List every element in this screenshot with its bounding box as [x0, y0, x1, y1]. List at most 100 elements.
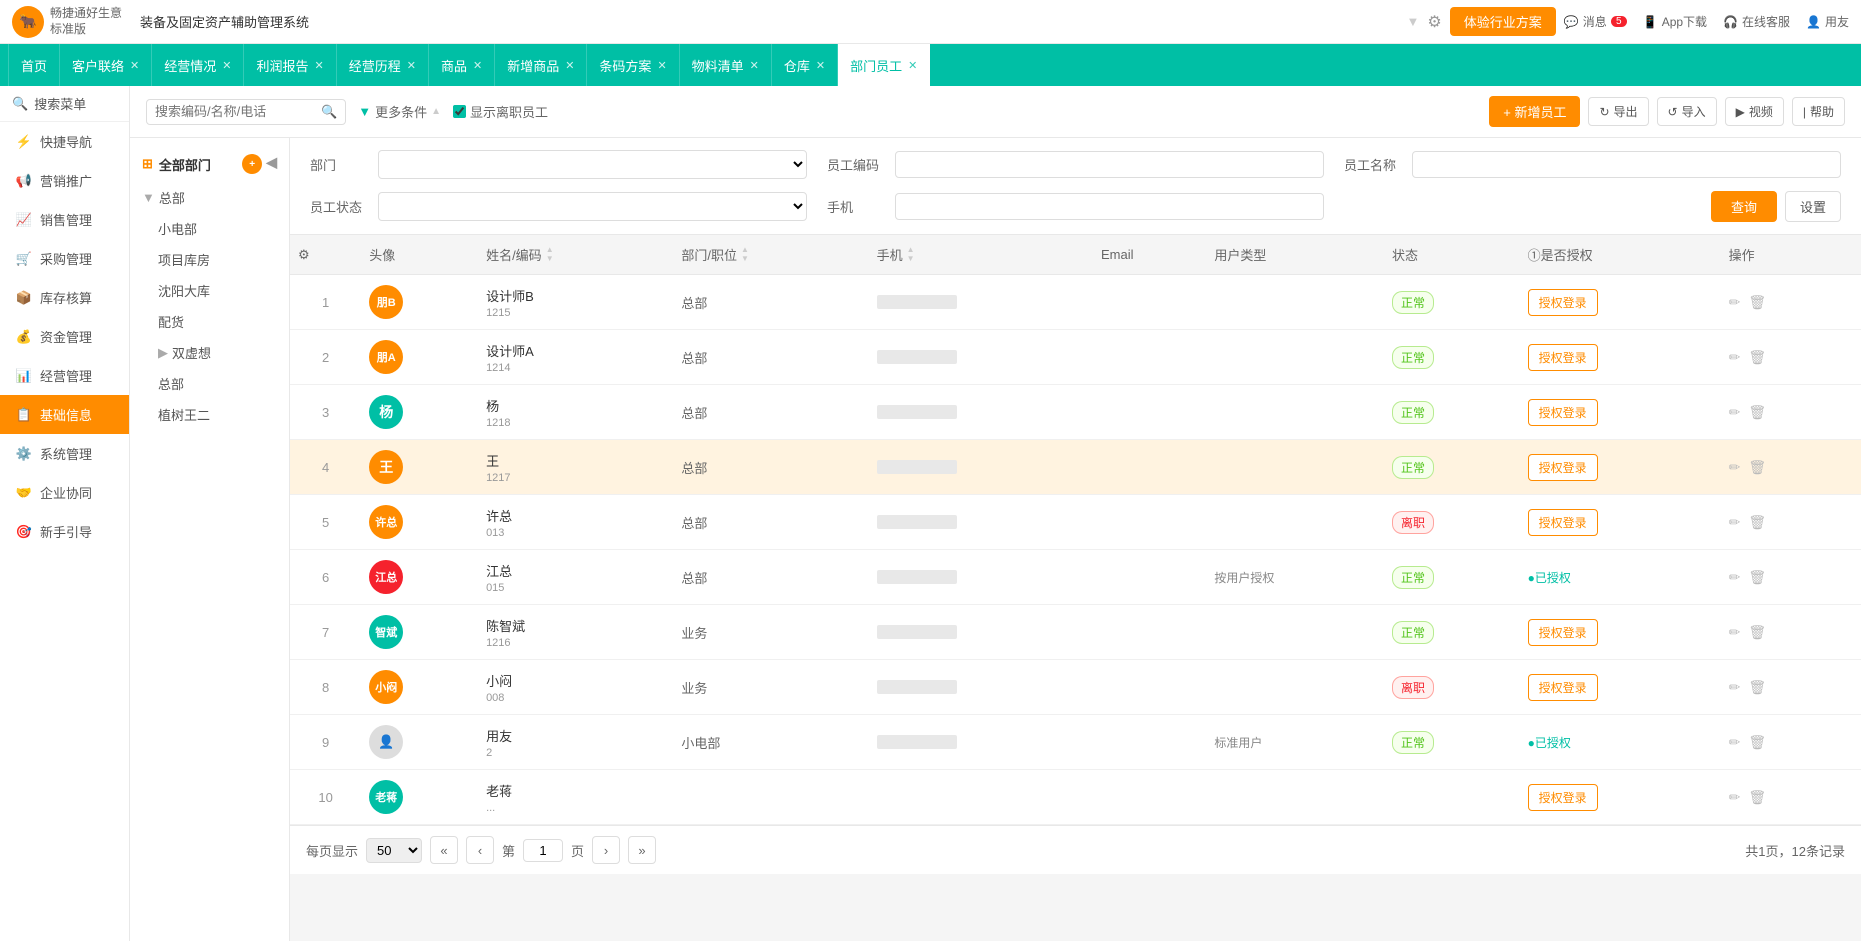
- auth-button[interactable]: 授权登录: [1528, 454, 1598, 481]
- col-name[interactable]: 姓名/编码 ▲▼: [478, 235, 673, 275]
- auth-button[interactable]: 授权登录: [1528, 784, 1598, 811]
- query-button[interactable]: 查询: [1711, 191, 1777, 222]
- nav-close-warehouse[interactable]: ✕: [816, 59, 825, 72]
- col-phone[interactable]: 手机 ▲▼: [869, 235, 1093, 275]
- nav-close-bom[interactable]: ✕: [750, 59, 759, 72]
- nav-item-business[interactable]: 经营情况 ✕: [152, 44, 244, 86]
- edit-icon[interactable]: ✏: [1729, 294, 1741, 311]
- edit-icon[interactable]: ✏: [1729, 679, 1741, 696]
- status-select[interactable]: [378, 192, 807, 221]
- sidebar-item-quicknav[interactable]: ⚡ 快捷导航: [0, 122, 129, 161]
- search-box[interactable]: 🔍: [146, 99, 346, 125]
- nav-close-barcode[interactable]: ✕: [657, 59, 666, 72]
- empcode-input[interactable]: [895, 151, 1324, 178]
- trial-button[interactable]: 体验行业方案: [1450, 7, 1556, 36]
- set-button[interactable]: 设置: [1785, 191, 1841, 222]
- delete-icon[interactable]: 🗑: [1748, 349, 1766, 366]
- delete-icon[interactable]: 🗑: [1748, 679, 1766, 696]
- delete-icon[interactable]: 🗑: [1748, 734, 1766, 751]
- sidebar-item-system[interactable]: ⚙️ 系统管理: [0, 434, 129, 473]
- dept-item-peihuo[interactable]: 配货: [142, 306, 289, 337]
- nav-item-department[interactable]: 部门员工 ✕: [838, 44, 930, 86]
- auth-button[interactable]: 授权登录: [1528, 344, 1598, 371]
- dept-item-xiaodianbu[interactable]: 小电部: [142, 213, 289, 244]
- nav-item-profit[interactable]: 利润报告 ✕: [244, 44, 336, 86]
- export-button[interactable]: ↻ 导出: [1588, 97, 1648, 126]
- sidebar-item-basic[interactable]: 📋 基础信息: [0, 395, 129, 434]
- nav-item-goods[interactable]: 商品 ✕: [429, 44, 495, 86]
- sidebar-item-purchase[interactable]: 🛒 采购管理: [0, 239, 129, 278]
- nav-close-addgoods[interactable]: ✕: [565, 59, 574, 72]
- sidebar-search-bar[interactable]: 🔍 搜索菜单: [0, 86, 129, 122]
- delete-icon[interactable]: 🗑: [1748, 459, 1766, 476]
- nav-item-history[interactable]: 经营历程 ✕: [337, 44, 429, 86]
- delete-icon[interactable]: 🗑: [1748, 514, 1766, 531]
- page-number-input[interactable]: [523, 839, 563, 862]
- auth-button[interactable]: 授权登录: [1528, 509, 1598, 536]
- nav-close-history[interactable]: ✕: [407, 59, 416, 72]
- edit-icon[interactable]: ✏: [1729, 404, 1741, 421]
- dept-select[interactable]: [378, 150, 807, 179]
- nav-item-home[interactable]: 首页: [8, 44, 60, 86]
- next-page-btn[interactable]: ›: [592, 836, 620, 864]
- edit-icon[interactable]: ✏: [1729, 514, 1741, 531]
- nav-item-customer[interactable]: 客户联络 ✕: [60, 44, 152, 86]
- last-page-btn[interactable]: »: [628, 836, 656, 864]
- first-page-btn[interactable]: «: [430, 836, 458, 864]
- edit-icon[interactable]: ✏: [1729, 734, 1741, 751]
- sidebar-item-finance[interactable]: 💰 资金管理: [0, 317, 129, 356]
- sidebar-item-guide[interactable]: 🎯 新手引导: [0, 512, 129, 551]
- nav-item-warehouse[interactable]: 仓库 ✕: [772, 44, 838, 86]
- dept-item-zongbu-parent[interactable]: ▼ 总部: [130, 182, 289, 213]
- nav-close-goods[interactable]: ✕: [473, 59, 482, 72]
- add-employee-button[interactable]: + 新增员工: [1489, 96, 1580, 127]
- dept-item-projectroom[interactable]: 项目库房: [142, 244, 289, 275]
- delete-icon[interactable]: 🗑: [1748, 789, 1766, 806]
- dept-collapse-btn[interactable]: ◀: [266, 154, 277, 174]
- dept-item-zongbu[interactable]: 总部: [142, 368, 289, 399]
- per-page-select[interactable]: 50 20 100: [366, 838, 422, 863]
- online-service-action[interactable]: 🎧 在线客服: [1723, 13, 1790, 30]
- user-action[interactable]: 👤 用友: [1806, 13, 1849, 30]
- edit-icon[interactable]: ✏: [1729, 569, 1741, 586]
- message-action[interactable]: 💬 消息 5: [1564, 13, 1627, 30]
- dept-item-zhishu[interactable]: 植树王二: [142, 399, 289, 430]
- more-conditions-btn[interactable]: ▼ 更多条件 ▲: [358, 102, 441, 121]
- dept-item-shenyangda[interactable]: 沈阳大库: [142, 275, 289, 306]
- delete-icon[interactable]: 🗑: [1748, 404, 1766, 421]
- sidebar-item-sales[interactable]: 📈 销售管理: [0, 200, 129, 239]
- sidebar-item-marketing[interactable]: 📢 营销推广: [0, 161, 129, 200]
- sidebar-item-collab[interactable]: 🤝 企业协同: [0, 473, 129, 512]
- dept-item-shuangxu[interactable]: ▶双虚想: [142, 337, 289, 368]
- show-resigned-checkbox[interactable]: 显示离职员工: [453, 102, 548, 121]
- import-button[interactable]: ↺ 导入: [1657, 97, 1717, 126]
- edit-icon[interactable]: ✏: [1729, 789, 1741, 806]
- prev-page-btn[interactable]: ‹: [466, 836, 494, 864]
- col-dept[interactable]: 部门/职位 ▲▼: [673, 235, 868, 275]
- delete-icon[interactable]: 🗑: [1748, 569, 1766, 586]
- empname-input[interactable]: [1412, 151, 1841, 178]
- sidebar-item-inventory[interactable]: 📦 库存核算: [0, 278, 129, 317]
- app-download-action[interactable]: 📱 App下载: [1643, 13, 1707, 30]
- search-input[interactable]: [155, 104, 315, 119]
- auth-button[interactable]: 授权登录: [1528, 399, 1598, 426]
- edit-icon[interactable]: ✏: [1729, 624, 1741, 641]
- col-settings[interactable]: ⚙: [290, 235, 361, 275]
- help-button[interactable]: | 帮助: [1792, 97, 1845, 126]
- nav-item-bom[interactable]: 物料清单 ✕: [680, 44, 772, 86]
- sidebar-item-operation[interactable]: 📊 经营管理: [0, 356, 129, 395]
- nav-close-profit[interactable]: ✕: [315, 59, 324, 72]
- edit-icon[interactable]: ✏: [1729, 459, 1741, 476]
- view-button[interactable]: ▶ 视频: [1725, 97, 1784, 126]
- edit-icon[interactable]: ✏: [1729, 349, 1741, 366]
- auth-button[interactable]: 授权登录: [1528, 674, 1598, 701]
- phone-input[interactable]: [895, 193, 1324, 220]
- delete-icon[interactable]: 🗑: [1748, 294, 1766, 311]
- dept-add-icon[interactable]: +: [242, 154, 262, 174]
- nav-close-customer[interactable]: ✕: [130, 59, 139, 72]
- nav-item-addgoods[interactable]: 新增商品 ✕: [495, 44, 587, 86]
- nav-close-department[interactable]: ✕: [908, 59, 917, 72]
- nav-item-barcode[interactable]: 条码方案 ✕: [587, 44, 679, 86]
- nav-close-business[interactable]: ✕: [222, 59, 231, 72]
- delete-icon[interactable]: 🗑: [1748, 624, 1766, 641]
